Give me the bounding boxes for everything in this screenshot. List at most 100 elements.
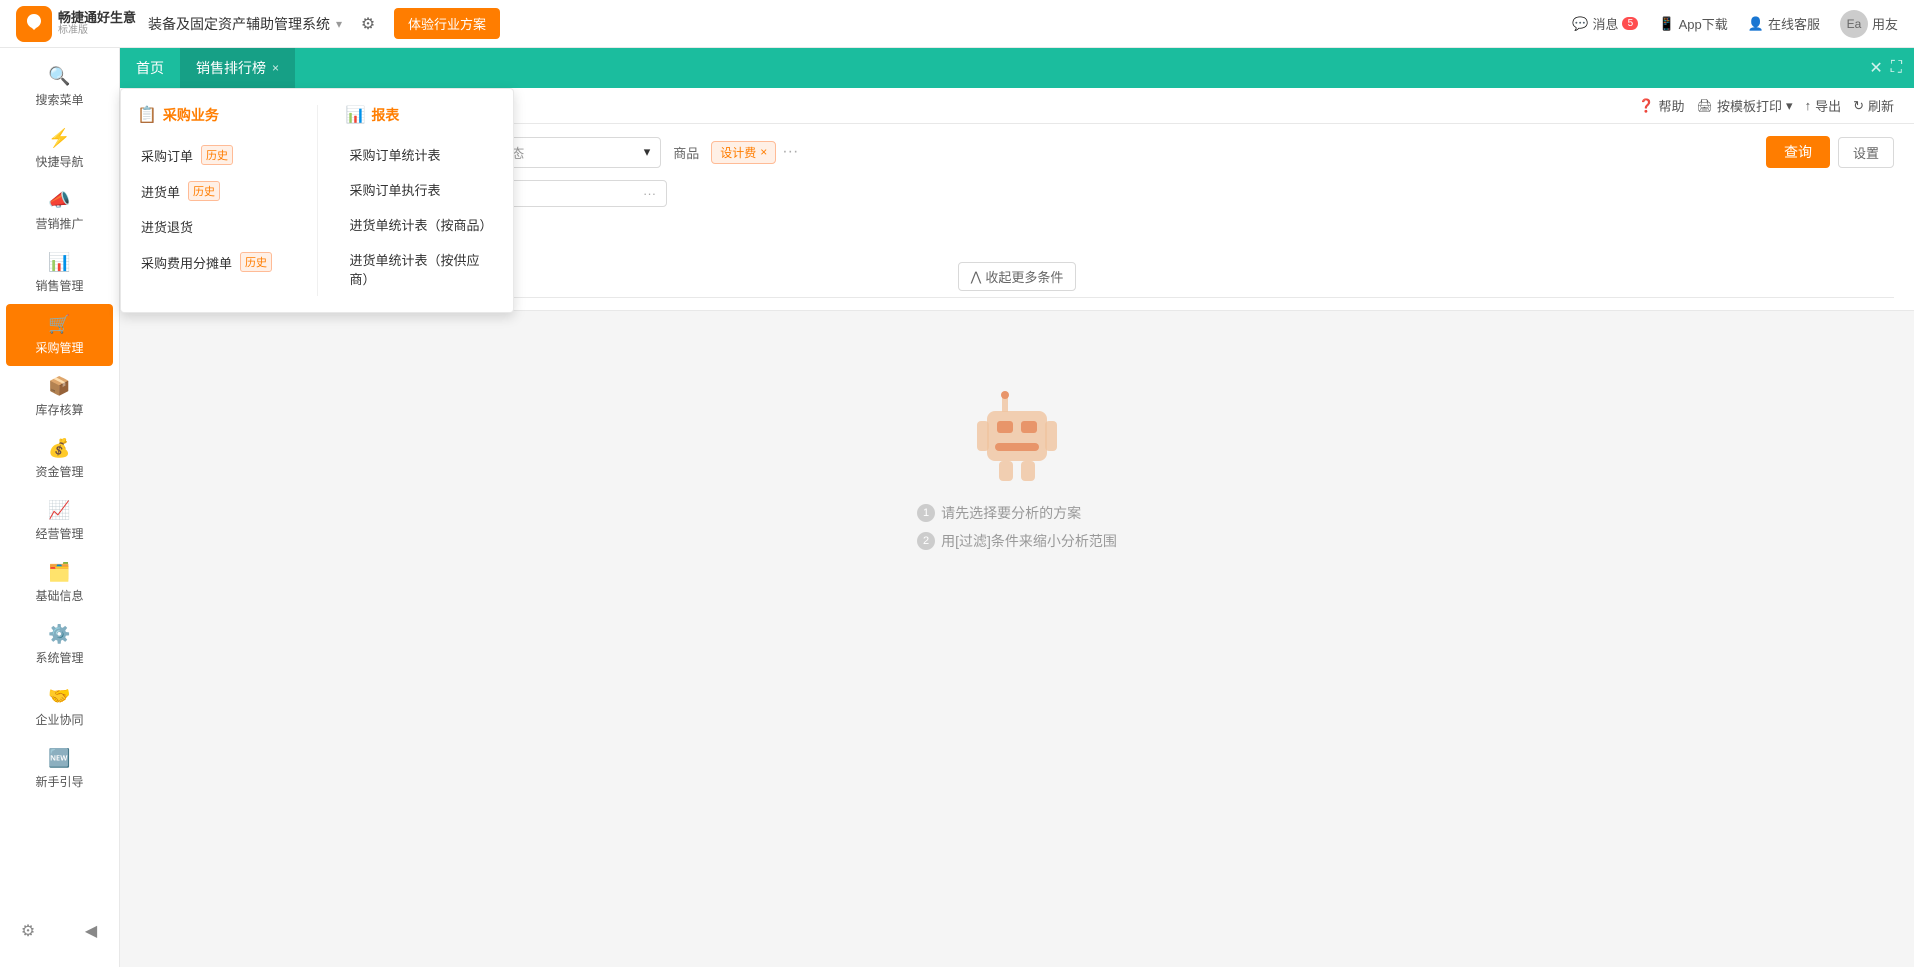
goods-more-icon[interactable]: ··· [782, 143, 798, 161]
settings-button[interactable]: 设置 [1838, 137, 1894, 168]
trial-button[interactable]: 体验行业方案 [394, 8, 500, 39]
sidebar-item-search-menu[interactable]: 🔍 搜索菜单 [6, 56, 113, 118]
cart-icon: 🛒 [48, 314, 70, 335]
sidebar-item-basic-info[interactable]: 🗂️ 基础信息 [6, 552, 113, 614]
sidebar-item-system[interactable]: ⚙️ 系统管理 [6, 614, 113, 676]
print-label: 按模板打印 [1717, 96, 1782, 115]
active-tab-label: 销售排行榜 [196, 58, 266, 78]
help-label: 帮助 [1658, 96, 1684, 115]
user-nav-item[interactable]: Ea 用友 [1840, 10, 1898, 38]
logo-line1: 畅捷通好生意 [58, 10, 136, 26]
hist-badge-0: 历史 [201, 145, 233, 165]
message-icon: 💬 [1572, 16, 1588, 32]
hist-badge-3: 历史 [240, 252, 272, 272]
dropdown-item-report-1[interactable]: 采购订单统计表 [346, 137, 498, 172]
sidebar-label-marketing: 营销推广 [35, 215, 83, 232]
help-icon: ❓ [1638, 98, 1654, 114]
dropdown-item-expense[interactable]: 采购费用分摊单 历史 [137, 244, 289, 280]
sidebar-label-enterprise: 企业协同 [35, 711, 83, 728]
sidebar-item-sales[interactable]: 📊 销售管理 [6, 242, 113, 304]
maximize-icon[interactable]: ⛶ [1891, 59, 1902, 77]
sidebar: 🔍 搜索菜单 ⚡ 快捷导航 📣 营销推广 📊 销售管理 🛒 采购管理 📦 库存核… [0, 48, 120, 967]
collapse-sidebar-icon[interactable]: ◀ [73, 913, 109, 949]
collapse-button[interactable]: ⋀ 收起更多条件 [958, 262, 1077, 291]
sidebar-label-operations: 经营管理 [35, 525, 83, 542]
sidebar-item-operations[interactable]: 📈 经营管理 [6, 490, 113, 552]
sidebar-item-finance[interactable]: 💰 资金管理 [6, 428, 113, 490]
tab-bar-right: ✕ ⛶ [1869, 58, 1914, 78]
top-nav-right: 💬 消息 5 📱 App下载 👤 在线客服 Ea 用友 [1572, 10, 1898, 38]
dropdown-item-report-3[interactable]: 进货单统计表（按商品） [346, 207, 498, 242]
dropdown-item-report-4[interactable]: 进货单统计表（按供应商） [346, 242, 498, 296]
settings-icon[interactable]: ⚙ [354, 10, 382, 38]
sidebar-item-enterprise[interactable]: 🤝 企业协同 [6, 676, 113, 738]
new-icon: 🆕 [48, 748, 70, 769]
refresh-action[interactable]: ↻ 刷新 [1853, 96, 1894, 115]
dropdown-item-incoming[interactable]: 进货单 历史 [137, 173, 289, 209]
search-icon: 🔍 [48, 66, 70, 87]
logo-line2: 标准版 [58, 25, 136, 37]
chart-icon: 📊 [48, 252, 70, 273]
sidebar-item-beginner[interactable]: 🆕 新手引导 [6, 738, 113, 800]
sidebar-label-system: 系统管理 [35, 649, 83, 666]
dropdown-divider [317, 105, 318, 296]
online-service-item[interactable]: 👤 在线客服 [1748, 14, 1820, 33]
home-tab-label: 首页 [136, 58, 164, 78]
goods-tag-close-icon[interactable]: × [760, 145, 767, 159]
gear-icon: ⚙️ [48, 624, 70, 645]
chevron-down-icon: ▾ [336, 17, 342, 31]
sidebar-item-quick-nav[interactable]: ⚡ 快捷导航 [6, 118, 113, 180]
purchase-col-icon: 📋 [137, 105, 157, 125]
dropdown-item-return[interactable]: 进货退货 [137, 209, 289, 244]
filter-actions: 查询 设置 [1766, 136, 1894, 168]
handshake-icon: 🤝 [48, 686, 70, 707]
dropdown-item-purchase-order[interactable]: 采购订单 历史 [137, 137, 289, 173]
dropdown-item-report-2[interactable]: 采购订单执行表 [346, 172, 498, 207]
query-button[interactable]: 查询 [1766, 136, 1830, 168]
megaphone-icon: 📣 [48, 190, 70, 211]
goods-tag[interactable]: 设计费 × [711, 141, 776, 164]
tab-home[interactable]: 首页 [120, 48, 180, 88]
close-window-icon[interactable]: ✕ [1869, 58, 1882, 78]
logo-text: 畅捷通好生意 标准版 [58, 10, 136, 38]
sidebar-label-quick: 快捷导航 [35, 153, 83, 170]
goods-label: 商品 [673, 143, 699, 162]
sidebar-item-marketing[interactable]: 📣 营销推广 [6, 180, 113, 242]
sidebar-label-beginner: 新手引导 [35, 773, 83, 790]
sidebar-label-finance: 资金管理 [35, 463, 83, 480]
empty-state: 1 请先选择要分析的方案 2 用[过滤]条件来缩小分析范围 [120, 311, 1914, 631]
purchase-dropdown-menu: 📋 采购业务 采购订单 历史 进货单 历史 进货退货 采购费用分摊单 历史 📊 … [120, 88, 514, 313]
settings-bottom-icon[interactable]: ⚙ [10, 913, 46, 949]
lightning-icon: ⚡ [48, 128, 70, 149]
tip-text-1: 请先选择要分析的方案 [941, 503, 1081, 523]
chevron-select-icon: ▾ [644, 144, 651, 160]
message-nav-item[interactable]: 💬 消息 5 [1572, 14, 1638, 33]
sidebar-label-purchase: 采购管理 [35, 339, 83, 356]
tab-close-icon[interactable]: × [272, 61, 279, 75]
export-action[interactable]: ↑ 导出 [1805, 96, 1842, 115]
app-download-item[interactable]: 📱 App下载 [1658, 14, 1727, 33]
tab-sales-ranking[interactable]: 销售排行榜 × [180, 48, 295, 88]
sidebar-label-inventory: 库存核算 [35, 401, 83, 418]
system-title[interactable]: 装备及固定资产辅助管理系统 ▾ [148, 14, 342, 34]
tip-item-1: 1 请先选择要分析的方案 [917, 503, 1117, 523]
tip-text-2: 用[过滤]条件来缩小分析范围 [941, 531, 1117, 551]
refresh-icon: ↻ [1853, 98, 1864, 114]
sidebar-item-purchase[interactable]: 🛒 采购管理 [6, 304, 113, 366]
print-action[interactable]: 🖨 按模板打印 ▾ [1697, 96, 1793, 115]
message-badge: 5 [1622, 17, 1638, 30]
salesman-more-icon[interactable]: ··· [643, 186, 656, 201]
logo-icon [16, 6, 52, 42]
top-nav-left: 畅捷通好生意 标准版 装备及固定资产辅助管理系统 ▾ ⚙ 体验行业方案 [16, 6, 500, 42]
tab-bar: 首页 销售排行榜 × ✕ ⛶ [120, 48, 1914, 88]
help-action[interactable]: ❓ 帮助 [1638, 96, 1684, 115]
trend-icon: 📈 [48, 500, 70, 521]
empty-illustration [957, 391, 1077, 491]
reports-col-icon: 📊 [346, 105, 366, 125]
avatar: Ea [1840, 10, 1868, 38]
box-icon: 📦 [48, 376, 70, 397]
top-nav: 畅捷通好生意 标准版 装备及固定资产辅助管理系统 ▾ ⚙ 体验行业方案 💬 消息… [0, 0, 1914, 48]
hist-badge-1: 历史 [188, 181, 220, 201]
sidebar-label-sales: 销售管理 [35, 277, 83, 294]
sidebar-item-inventory[interactable]: 📦 库存核算 [6, 366, 113, 428]
